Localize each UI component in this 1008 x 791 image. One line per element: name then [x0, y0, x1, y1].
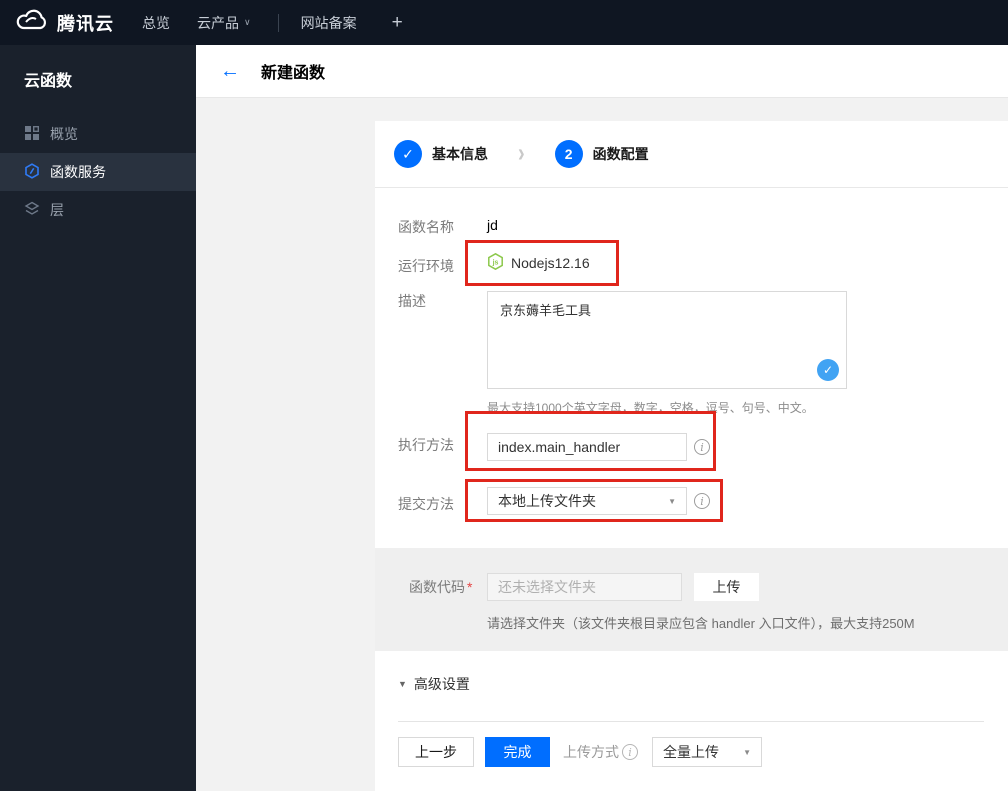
sidebar-item-layers[interactable]: 层: [0, 191, 196, 229]
brand-name: 腾讯云: [57, 13, 114, 34]
handler-row: 执行方法 i: [398, 411, 984, 471]
footer-actions: 上一步 完成 上传方式 i 全量上传 ▼: [398, 722, 984, 767]
folder-path-input[interactable]: [487, 573, 682, 601]
sidebar-item-function-service[interactable]: 函数服务: [0, 153, 196, 191]
upload-mode: 上传方式 i: [563, 742, 638, 762]
finish-button[interactable]: 完成: [485, 737, 550, 767]
chevron-down-icon: ∨: [244, 17, 251, 27]
description-row: 描述 京东薅羊毛工具 ✓: [398, 291, 984, 389]
create-function-card: ✓ 基本信息 › 2 函数配置 函数名称 jd 运行环境 js Nodejs12…: [375, 121, 1008, 791]
function-code-panel: 函数代码* 上传 请选择文件夹（该文件夹根目录应包含 handler 入口文件）…: [375, 548, 1008, 651]
chevron-right-icon: ›: [518, 139, 525, 168]
layers-icon: [24, 201, 40, 220]
chevron-down-icon: ▼: [743, 747, 751, 757]
step2-label: 函数配置: [592, 146, 649, 162]
nav-divider: [277, 13, 279, 32]
valid-check-icon: ✓: [817, 359, 839, 381]
nav-item-cloud-products[interactable]: 云产品 ∨: [197, 13, 251, 33]
step-indicator: ✓ 基本信息 › 2 函数配置: [375, 121, 1008, 188]
sidebar-item-overview[interactable]: 概览: [0, 115, 196, 153]
description-label: 描述: [398, 293, 426, 309]
function-name-label: 函数名称: [398, 219, 454, 235]
required-star: *: [467, 579, 473, 595]
upload-mode-select[interactable]: 全量上传 ▼: [652, 737, 762, 767]
add-tab-icon[interactable]: +: [392, 12, 403, 34]
submit-method-row: 提交方法 本地上传文件夹 ▼ i: [398, 479, 984, 522]
tencent-cloud-logo-icon: [14, 8, 48, 38]
chevron-down-icon: ▼: [668, 496, 676, 506]
grid-icon: [24, 125, 40, 144]
runtime-value[interactable]: Nodejs12.16: [511, 255, 590, 271]
annotation-box-runtime: js Nodejs12.16: [465, 240, 619, 286]
nav-item-website-record[interactable]: 网站备案: [301, 13, 357, 33]
nodejs-icon: js: [487, 252, 504, 273]
brand[interactable]: 腾讯云: [14, 8, 142, 38]
info-icon[interactable]: i: [622, 744, 638, 760]
advanced-settings-label: 高级设置: [413, 676, 470, 692]
page-title: 新建函数: [261, 65, 326, 82]
sidebar-title: 云函数: [24, 73, 73, 90]
function-name-value: jd: [487, 217, 498, 233]
advanced-settings-toggle[interactable]: ▼ 高级设置: [398, 674, 984, 694]
handler-input[interactable]: [487, 433, 687, 461]
function-hexagon-icon: [24, 162, 40, 182]
triangle-down-icon: ▼: [398, 679, 407, 689]
sidebar-item-label: 概览: [50, 126, 78, 142]
info-icon[interactable]: i: [694, 493, 710, 509]
runtime-row: 运行环境 js Nodejs12.16: [398, 240, 984, 286]
function-code-label: 函数代码 *: [409, 579, 473, 595]
page-body: ✓ 基本信息 › 2 函数配置 函数名称 jd 运行环境 js Nodejs12…: [196, 98, 1008, 791]
previous-step-button[interactable]: 上一步: [398, 737, 474, 767]
function-code-hint: 请选择文件夹（该文件夹根目录应包含 handler 入口文件），最大支持250M: [487, 616, 915, 631]
annotation-box-handler: i: [465, 411, 716, 471]
annotation-box-submit-method: 本地上传文件夹 ▼ i: [465, 479, 723, 522]
step1-done-icon: ✓: [394, 140, 422, 168]
function-name-row: 函数名称 jd: [398, 217, 984, 237]
description-textarea[interactable]: 京东薅羊毛工具: [487, 291, 847, 389]
back-arrow-icon[interactable]: ←: [220, 60, 240, 83]
page-header: ← 新建函数: [196, 45, 1008, 98]
nav-item-overview[interactable]: 总览: [142, 13, 170, 33]
step2-number: 2: [554, 140, 583, 168]
step1-label: 基本信息: [432, 146, 488, 162]
info-icon[interactable]: i: [694, 439, 710, 455]
top-navbar: 腾讯云 总览 云产品 ∨ 网站备案 +: [0, 0, 1008, 45]
sidebar-item-label: 函数服务: [50, 164, 106, 180]
upload-button[interactable]: 上传: [694, 573, 759, 601]
upload-mode-label: 上传方式: [563, 744, 619, 760]
svg-text:js: js: [492, 260, 499, 267]
submit-method-select[interactable]: 本地上传文件夹 ▼: [487, 487, 687, 515]
sidebar: 云函数 概览 函数服务 层: [0, 45, 196, 791]
sidebar-item-label: 层: [50, 202, 64, 218]
